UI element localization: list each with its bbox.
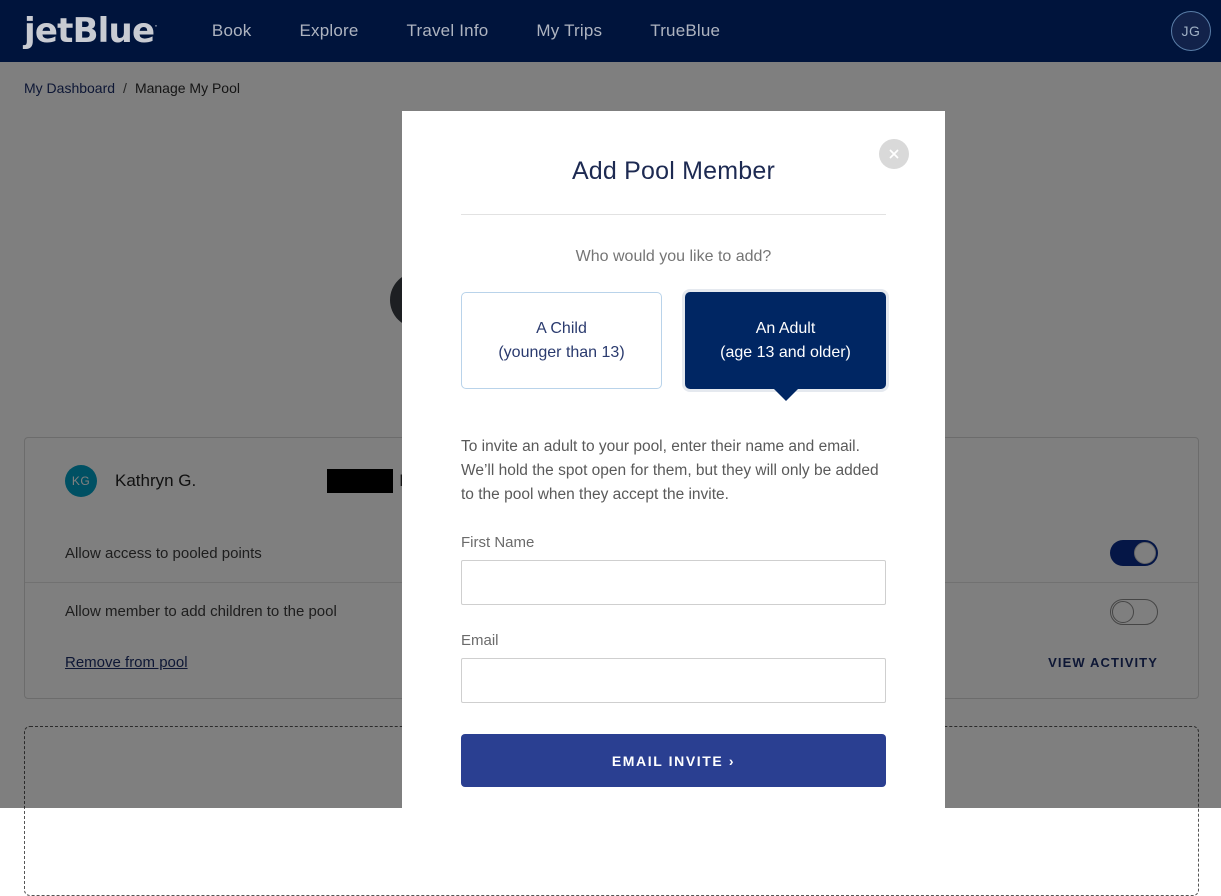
first-name-field-block: First Name [461,534,886,605]
email-field-block: Email [461,632,886,703]
email-input[interactable] [461,658,886,703]
nav-item-trueblue[interactable]: TrueBlue [650,21,720,41]
add-pool-member-modal: Add Pool Member Who would you like to ad… [402,111,945,808]
choice-an-adult[interactable]: An Adult (age 13 and older) [685,292,886,389]
close-icon[interactable] [879,139,909,169]
modal-description: To invite an adult to your pool, enter t… [461,435,886,507]
email-invite-button[interactable]: EMAIL INVITE › [461,734,886,787]
nav-item-my-trips[interactable]: My Trips [536,21,602,41]
top-navigation-bar: jetBlue· Book Explore Travel Info My Tri… [0,0,1221,62]
choice-a-child-subtitle: (younger than 13) [498,344,624,362]
user-avatar[interactable]: JG [1171,11,1211,51]
first-name-input[interactable] [461,560,886,605]
modal-question: Who would you like to add? [402,248,945,266]
modal-title: Add Pool Member [402,111,945,186]
choice-an-adult-title: An Adult [756,320,816,338]
jetblue-logo[interactable]: jetBlue· [24,14,157,48]
email-label: Email [461,632,886,649]
brand-registered-mark: · [154,20,157,33]
member-type-choices: A Child (younger than 13) An Adult (age … [402,292,945,389]
choice-an-adult-subtitle: (age 13 and older) [720,344,851,362]
nav-links: Book Explore Travel Info My Trips TrueBl… [212,21,720,41]
choice-a-child-title: A Child [536,320,587,338]
nav-item-book[interactable]: Book [212,21,252,41]
modal-divider [461,214,886,215]
brand-name: jetBlue [24,11,154,51]
nav-item-explore[interactable]: Explore [299,21,358,41]
choice-a-child[interactable]: A Child (younger than 13) [461,292,662,389]
first-name-label: First Name [461,534,886,551]
nav-item-travel-info[interactable]: Travel Info [407,21,489,41]
